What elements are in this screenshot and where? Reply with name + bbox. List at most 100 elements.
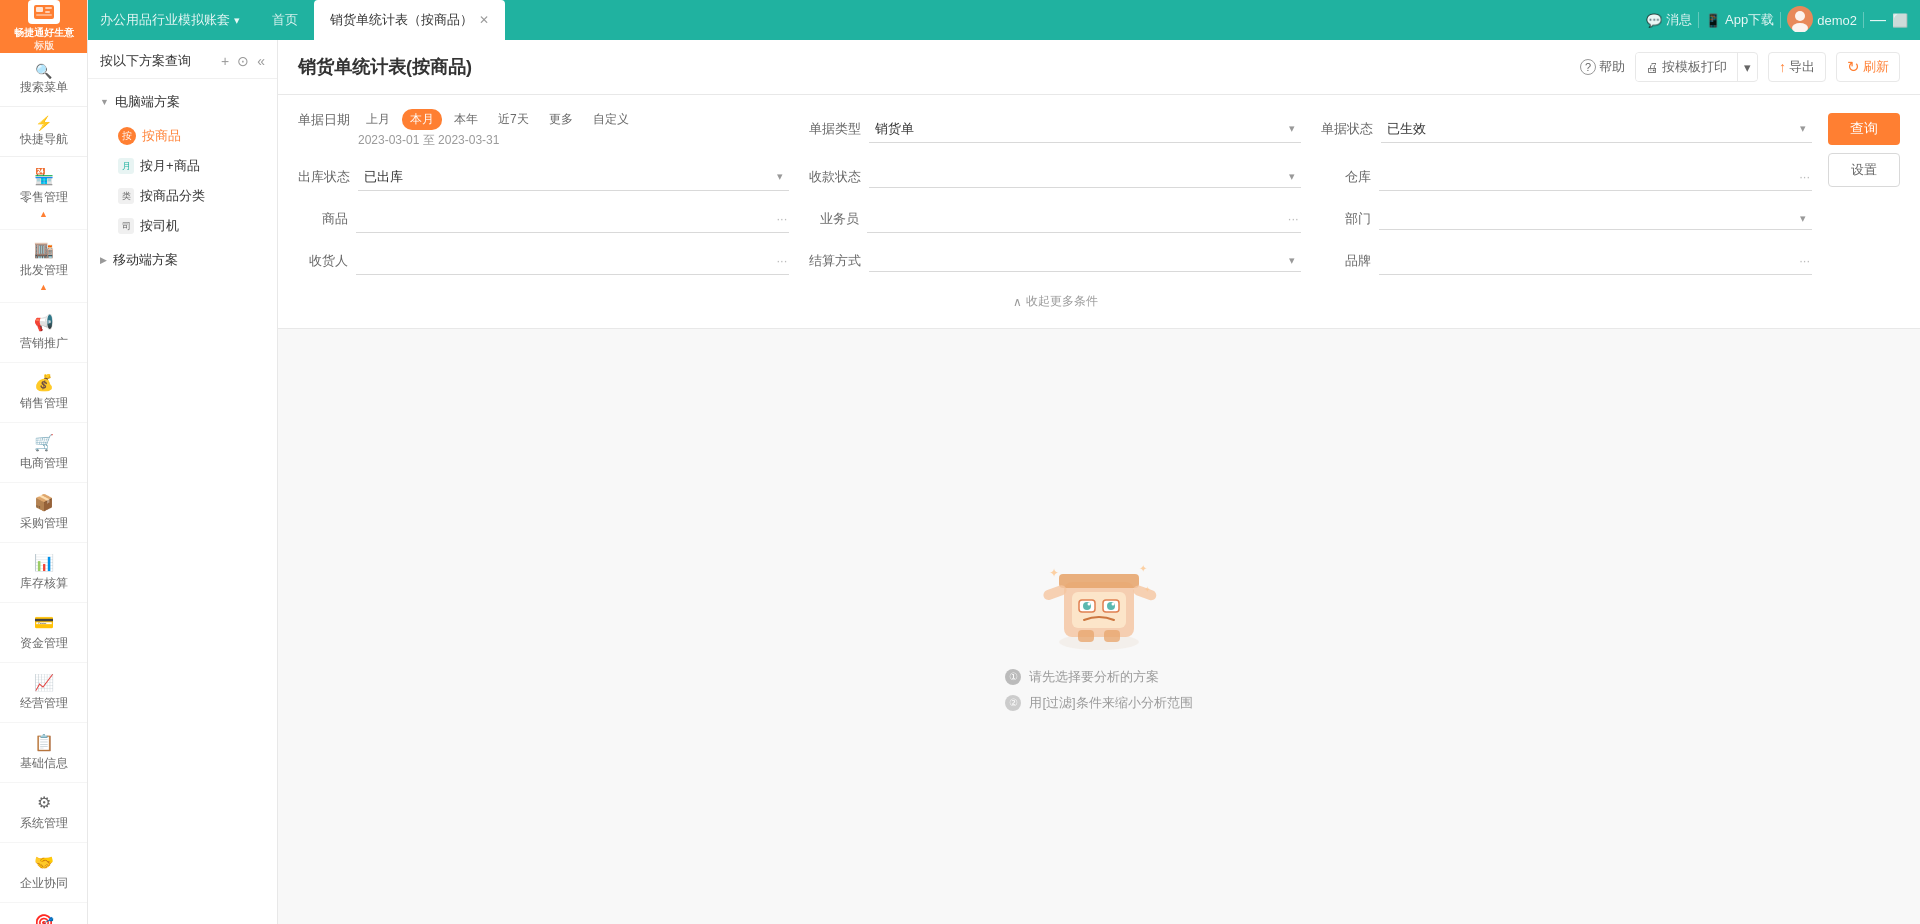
type-select[interactable]: 销货单 ▾ bbox=[869, 116, 1300, 143]
sidebar-item-purchase[interactable]: 📦 采购管理 bbox=[0, 483, 87, 543]
warehouse-input[interactable]: ··· bbox=[1379, 163, 1812, 191]
warehouse-dots[interactable]: ··· bbox=[1799, 169, 1810, 184]
date-pill-this-year[interactable]: 本年 bbox=[446, 109, 486, 130]
by-driver-icon: 司 bbox=[118, 218, 134, 234]
pay-status-select[interactable]: ▾ bbox=[869, 166, 1300, 188]
filter-row-4: 收货人 ··· 结算方式 bbox=[298, 247, 1812, 275]
settings-btn[interactable]: 设置 bbox=[1828, 153, 1900, 187]
user-btn[interactable]: demo2 bbox=[1787, 6, 1857, 35]
pay-status-group: 收款状态 ▾ bbox=[809, 163, 1300, 191]
basic-icon: 📋 bbox=[34, 733, 54, 752]
right-content: 销货单统计表(按商品) ? 帮助 🖨 按模板打印 ▾ bbox=[278, 40, 1920, 924]
help-btn[interactable]: ? 帮助 bbox=[1580, 58, 1625, 76]
refresh-btn[interactable]: ↻ 刷新 bbox=[1836, 52, 1900, 82]
empty-state: ✦ ✦ ✦ ① 请先选择要分析的方案 ② 用[过滤]条件来缩小 bbox=[1005, 462, 1192, 792]
collapse-btn[interactable]: ∧ 收起更多条件 bbox=[298, 285, 1812, 314]
scheme-settings-icon[interactable]: ⊙ bbox=[237, 53, 249, 69]
tree-mobile-arrow: ▶ bbox=[100, 255, 107, 265]
status-field-group: 单据状态 已生效 ▾ bbox=[1321, 109, 1812, 149]
empty-svg: ✦ ✦ ✦ bbox=[1034, 542, 1164, 652]
topbar-sep-2 bbox=[1780, 12, 1781, 28]
add-scheme-icon[interactable]: + bbox=[221, 53, 229, 69]
search-icon: 🔍 bbox=[0, 63, 87, 79]
minimize-btn[interactable]: ― bbox=[1870, 11, 1886, 29]
sidebar-item-basic[interactable]: 📋 基础信息 bbox=[0, 723, 87, 783]
tab-close-icon[interactable]: ✕ bbox=[479, 13, 489, 27]
product-input[interactable]: ··· bbox=[356, 205, 789, 233]
pay-status-label: 收款状态 bbox=[809, 168, 861, 186]
tree-mobile-label: 移动端方案 bbox=[113, 251, 178, 269]
message-btn[interactable]: 💬 消息 bbox=[1646, 11, 1692, 29]
date-pill-prev-month[interactable]: 上月 bbox=[358, 109, 398, 130]
maximize-btn[interactable]: ⬜ bbox=[1892, 13, 1908, 28]
out-status-label: 出库状态 bbox=[298, 168, 350, 186]
staff-input[interactable]: ··· bbox=[867, 205, 1300, 233]
date-pill-more[interactable]: 更多 bbox=[541, 109, 581, 130]
out-status-select[interactable]: 已出库 ▾ bbox=[358, 164, 789, 191]
sidebar-item-corp[interactable]: 🤝 企业协同 bbox=[0, 843, 87, 903]
tab-sales-stat-label: 销货单统计表（按商品） bbox=[330, 11, 473, 29]
sidebar-item-marketing[interactable]: 📢 营销推广 bbox=[0, 303, 87, 363]
tree-mobile-section[interactable]: ▶ 移动端方案 bbox=[88, 245, 277, 275]
tree-section: ▼ 电脑端方案 按 按商品 月 按月+商品 类 按商品分类 bbox=[88, 79, 277, 283]
recipient-dots[interactable]: ··· bbox=[776, 253, 787, 268]
brand-dots[interactable]: ··· bbox=[1799, 253, 1810, 268]
filter-and-actions: 单据日期 上月 本月 本年 近7天 更多 自定义 bbox=[298, 109, 1900, 314]
sidebar-item-newbie[interactable]: 🎯 新手引导 bbox=[0, 903, 87, 924]
app-download-btn[interactable]: 📱 App下载 bbox=[1705, 11, 1774, 29]
search-menu[interactable]: 🔍 搜索菜单 bbox=[0, 53, 87, 107]
tab-home-label: 首页 bbox=[272, 11, 298, 29]
status-select[interactable]: 已生效 ▾ bbox=[1381, 116, 1812, 143]
toolbar: ? 帮助 🖨 按模板打印 ▾ ↑ 导出 bbox=[1580, 52, 1900, 82]
export-btn[interactable]: ↑ 导出 bbox=[1768, 52, 1826, 82]
tab-sales-stat[interactable]: 销货单统计表（按商品） ✕ bbox=[314, 0, 505, 40]
industry-selector[interactable]: 办公用品行业模拟账套 ▾ bbox=[100, 11, 240, 29]
refresh-label: 刷新 bbox=[1863, 58, 1889, 76]
date-pill-this-month[interactable]: 本月 bbox=[402, 109, 442, 130]
tab-home[interactable]: 首页 bbox=[256, 0, 314, 40]
tree-item-by-product[interactable]: 按 按商品 bbox=[88, 121, 277, 151]
left-panel-header: 按以下方案查询 + ⊙ « bbox=[88, 40, 277, 79]
print-btn[interactable]: 🖨 按模板打印 bbox=[1636, 53, 1738, 81]
out-status-value: 已出库 bbox=[364, 168, 403, 186]
tree-pc-children: 按 按商品 月 按月+商品 类 按商品分类 司 按司机 bbox=[88, 117, 277, 245]
sidebar-item-sales[interactable]: 💰 销售管理 bbox=[0, 363, 87, 423]
tree-item-by-driver[interactable]: 司 按司机 bbox=[88, 211, 277, 241]
sidebar-item-operations[interactable]: 📈 经营管理 bbox=[0, 663, 87, 723]
dept-select[interactable]: ▾ bbox=[1379, 208, 1812, 230]
filter-container: 单据日期 上月 本月 本年 近7天 更多 自定义 bbox=[278, 95, 1920, 329]
tree-item-by-category[interactable]: 类 按商品分类 bbox=[88, 181, 277, 211]
staff-dots[interactable]: ··· bbox=[1288, 211, 1299, 226]
left-panel-icons: + ⊙ « bbox=[221, 53, 265, 69]
recipient-group: 收货人 ··· bbox=[298, 247, 789, 275]
system-icon: ⚙ bbox=[37, 793, 51, 812]
type-label: 单据类型 bbox=[809, 120, 861, 138]
tree-item-by-month-product[interactable]: 月 按月+商品 bbox=[88, 151, 277, 181]
left-panel-title: 按以下方案查询 bbox=[100, 52, 191, 70]
product-dots[interactable]: ··· bbox=[776, 211, 787, 226]
sidebar-item-finance[interactable]: 💳 资金管理 bbox=[0, 603, 87, 663]
sidebar-item-wholesale[interactable]: 🏬 批发管理 ▲ bbox=[0, 230, 87, 303]
export-icon: ↑ bbox=[1779, 59, 1786, 75]
date-range-display: 2023-03-01 至 2023-03-31 bbox=[358, 132, 789, 149]
tree-pc-section[interactable]: ▼ 电脑端方案 bbox=[88, 87, 277, 117]
tree-pc-arrow: ▼ bbox=[100, 97, 109, 107]
sidebar-item-ecommerce[interactable]: 🛒 电商管理 bbox=[0, 423, 87, 483]
sidebar-item-system[interactable]: ⚙ 系统管理 bbox=[0, 783, 87, 843]
quick-nav[interactable]: ⚡ 快捷导航 bbox=[0, 107, 87, 157]
finance-icon: 💳 bbox=[34, 613, 54, 632]
recipient-input[interactable]: ··· bbox=[356, 247, 789, 275]
sidebar-item-retail[interactable]: 🏪 零售管理 ▲ bbox=[0, 157, 87, 230]
status-label: 单据状态 bbox=[1321, 120, 1373, 138]
brand-input[interactable]: ··· bbox=[1379, 247, 1812, 275]
page-title: 销货单统计表(按商品) bbox=[298, 55, 472, 79]
date-pill-7days[interactable]: 近7天 bbox=[490, 109, 537, 130]
svg-rect-10 bbox=[1059, 574, 1139, 588]
sidebar-item-inventory[interactable]: 📊 库存核算 bbox=[0, 543, 87, 603]
settle-select[interactable]: ▾ bbox=[869, 250, 1300, 272]
query-btn[interactable]: 查询 bbox=[1828, 113, 1900, 145]
print-dropdown-btn[interactable]: ▾ bbox=[1738, 55, 1757, 80]
collapse-panel-icon[interactable]: « bbox=[257, 53, 265, 69]
date-pill-custom[interactable]: 自定义 bbox=[585, 109, 637, 130]
svg-rect-21 bbox=[1104, 630, 1120, 642]
